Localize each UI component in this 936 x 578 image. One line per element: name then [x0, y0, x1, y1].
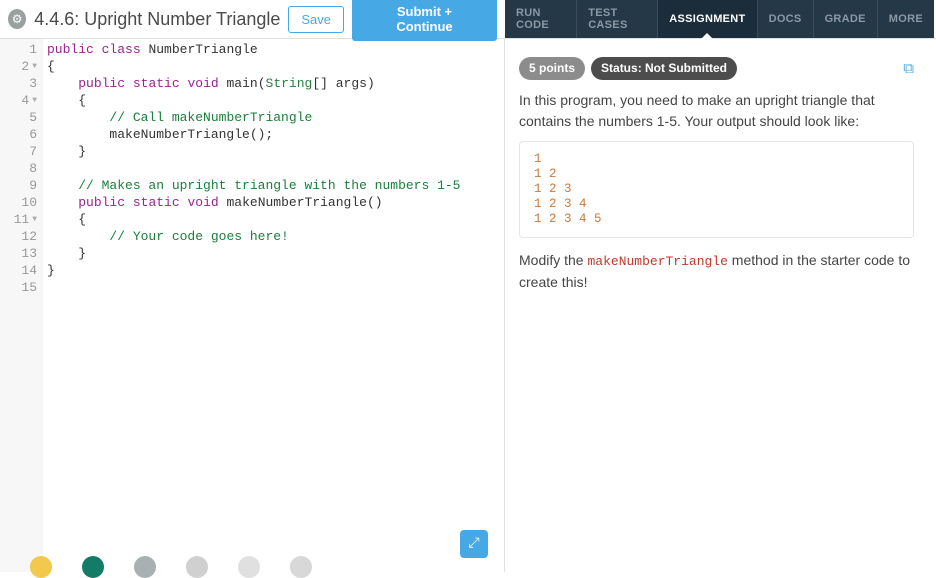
- instruction-pre: Modify the: [519, 252, 587, 268]
- code-line[interactable]: public static void main(String[] args): [47, 75, 504, 92]
- gutter-line: 11▼: [0, 211, 37, 228]
- gutter-line: 8: [0, 160, 37, 177]
- code-line[interactable]: // Call makeNumberTriangle: [47, 109, 504, 126]
- gutter-line: 5: [0, 109, 37, 126]
- status-circle[interactable]: [238, 556, 260, 578]
- code-line[interactable]: makeNumberTriangle();: [47, 126, 504, 143]
- fold-icon[interactable]: ▼: [32, 58, 37, 75]
- tab-more[interactable]: MORE: [878, 0, 934, 38]
- points-badge: 5 points: [519, 57, 585, 80]
- status-circle[interactable]: [186, 556, 208, 578]
- tab-docs[interactable]: DOCS: [758, 0, 814, 38]
- code-line[interactable]: // Your code goes here!: [47, 228, 504, 245]
- code-line[interactable]: // Makes an upright triangle with the nu…: [47, 177, 504, 194]
- code-line[interactable]: [47, 279, 504, 296]
- editor-gutter: 12▼34▼567891011▼12131415: [0, 39, 43, 572]
- code-line[interactable]: public class NumberTriangle: [47, 41, 504, 58]
- code-line[interactable]: {: [47, 211, 504, 228]
- tab-assignment[interactable]: ASSIGNMENT: [658, 0, 757, 38]
- popout-icon[interactable]: ⧉: [903, 58, 914, 80]
- bottom-status-circles: [30, 556, 312, 578]
- method-name-code: makeNumberTriangle: [587, 254, 727, 269]
- page-title: 4.4.6: Upright Number Triangle: [34, 9, 280, 30]
- status-circle[interactable]: [290, 556, 312, 578]
- status-circle[interactable]: [30, 556, 52, 578]
- editor-code[interactable]: public class NumberTriangle{ public stat…: [43, 39, 504, 572]
- assignment-instruction: Modify the makeNumberTriangle method in …: [519, 250, 914, 292]
- status-circle[interactable]: [134, 556, 156, 578]
- code-line[interactable]: }: [47, 262, 504, 279]
- gutter-line: 4▼: [0, 92, 37, 109]
- tab-test-cases[interactable]: TEST CASES: [577, 0, 658, 38]
- assignment-description: In this program, you need to make an upr…: [519, 90, 914, 131]
- gutter-line: 2▼: [0, 58, 37, 75]
- code-line[interactable]: }: [47, 143, 504, 160]
- gutter-line: 14: [0, 262, 37, 279]
- gutter-line: 6: [0, 126, 37, 143]
- app-header: ⚙ 4.4.6: Upright Number Triangle Save Su…: [0, 0, 936, 39]
- status-circle[interactable]: [82, 556, 104, 578]
- assignment-panel: 5 points Status: Not Submitted ⧉ In this…: [505, 39, 936, 572]
- code-line[interactable]: public static void makeNumberTriangle(): [47, 194, 504, 211]
- code-line[interactable]: }: [47, 245, 504, 262]
- gutter-line: 12: [0, 228, 37, 245]
- status-badge: Status: Not Submitted: [591, 57, 737, 80]
- save-button[interactable]: Save: [288, 6, 344, 33]
- header-left: ⚙ 4.4.6: Upright Number Triangle Save Su…: [0, 0, 505, 41]
- gutter-line: 1: [0, 41, 37, 58]
- code-line[interactable]: {: [47, 58, 504, 75]
- code-line[interactable]: [47, 160, 504, 177]
- gutter-line: 10: [0, 194, 37, 211]
- gutter-line: 7: [0, 143, 37, 160]
- tab-grade[interactable]: GRADE: [814, 0, 878, 38]
- code-line[interactable]: {: [47, 92, 504, 109]
- fullscreen-button[interactable]: ⤢: [460, 530, 488, 558]
- fold-icon[interactable]: ▼: [32, 92, 37, 109]
- gutter-line: 15: [0, 279, 37, 296]
- fold-icon[interactable]: ▼: [32, 211, 37, 228]
- header-tabs: RUN CODETEST CASESASSIGNMENTDOCSGRADEMOR…: [505, 0, 934, 38]
- gutter-line: 3: [0, 75, 37, 92]
- tab-run-code[interactable]: RUN CODE: [505, 0, 577, 38]
- main-content: 12▼34▼567891011▼12131415 public class Nu…: [0, 39, 936, 572]
- sample-output: 1 1 2 1 2 3 1 2 3 4 1 2 3 4 5: [519, 141, 914, 238]
- gutter-line: 13: [0, 245, 37, 262]
- gear-icon[interactable]: ⚙: [8, 9, 26, 29]
- assignment-header: 5 points Status: Not Submitted ⧉: [519, 57, 914, 80]
- code-editor[interactable]: 12▼34▼567891011▼12131415 public class Nu…: [0, 39, 505, 572]
- submit-continue-button[interactable]: Submit + Continue: [352, 0, 497, 41]
- gutter-line: 9: [0, 177, 37, 194]
